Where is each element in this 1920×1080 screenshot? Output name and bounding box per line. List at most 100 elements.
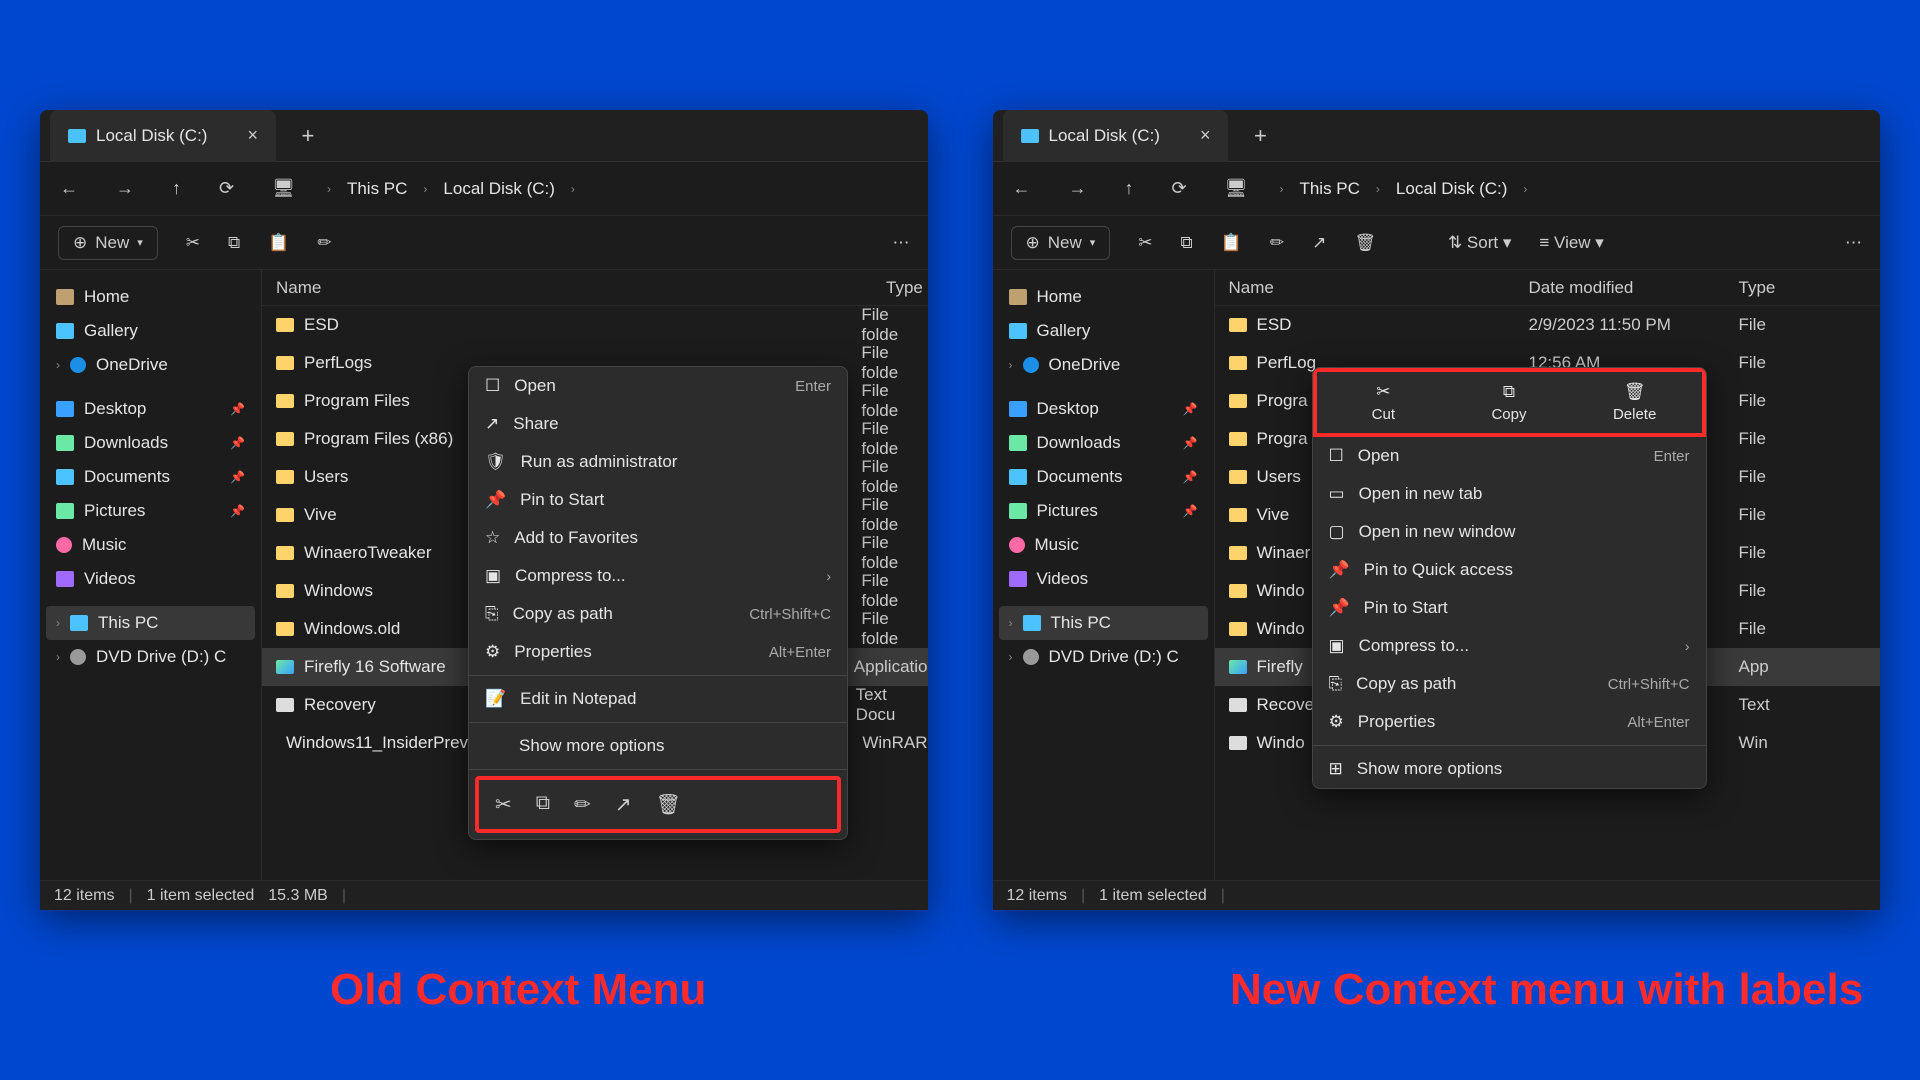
rename-icon[interactable]: ✏ [317,233,331,253]
sidebar-item-gallery[interactable]: Gallery [46,314,255,348]
menu-pin-quick[interactable]: 📌Pin to Quick access [1313,551,1706,589]
breadcrumb[interactable]: › This PC › Local Disk (C:) › [1279,179,1527,199]
forward-button[interactable]: → [1063,172,1093,205]
menu-share[interactable]: ↗Share [469,405,847,443]
menu-open[interactable]: ☐OpenEnter [1313,437,1706,475]
menu-properties[interactable]: ⚙PropertiesAlt+Enter [469,633,847,671]
menu-open-new-tab[interactable]: ▭Open in new tab [1313,475,1706,513]
paste-icon[interactable]: 📋 [1221,233,1242,253]
delete-icon[interactable]: 🗑 [656,792,681,817]
sidebar-item-documents[interactable]: Documents📌 [46,460,255,494]
menu-open[interactable]: ☐OpenEnter [469,367,847,405]
sidebar-item-downloads[interactable]: Downloads📌 [999,426,1208,460]
sidebar-item-documents[interactable]: Documents📌 [999,460,1208,494]
menu-open-new-window[interactable]: ▢Open in new window [1313,513,1706,551]
menu-more-options[interactable]: ⊞Show more options [1313,750,1706,788]
more-icon[interactable]: ⋯ [893,233,910,253]
sidebar-item-pictures[interactable]: Pictures📌 [999,494,1208,528]
up-button[interactable]: ↑ [1119,172,1140,205]
sidebar-item-dvd[interactable]: ›DVD Drive (D:) C [46,640,255,674]
crumb-this-pc[interactable]: This PC [1299,179,1359,199]
forward-button[interactable]: → [110,172,140,205]
sort-button[interactable]: ⇅ Sort ▾ [1448,233,1511,253]
file-date: 2/9/2023 11:50 PM [1529,315,1739,335]
cut-icon[interactable]: ✂ [1138,233,1152,253]
sidebar-item-desktop[interactable]: Desktop📌 [999,392,1208,426]
rename-icon[interactable]: ✏ [574,792,591,817]
cut-icon[interactable]: ✂ [495,792,512,817]
crumb-this-pc[interactable]: This PC [347,179,407,199]
new-button[interactable]: ⊕ New ▾ [1011,226,1111,260]
context-menu-new: ✂Cut ⧉Copy 🗑Delete ☐OpenEnter ▭Open in n… [1312,367,1707,789]
sidebar-item-desktop[interactable]: Desktop📌 [46,392,255,426]
new-button[interactable]: ⊕ New ▾ [58,226,158,260]
sidebar-item-home[interactable]: Home [46,280,255,314]
menu-pin-start[interactable]: 📌Pin to Start [1313,589,1706,627]
new-tab-button[interactable]: + [1242,118,1278,154]
monitor-icon[interactable]: 🖥 [266,172,301,205]
crumb-disk[interactable]: Local Disk (C:) [1396,179,1507,199]
sidebar-item-onedrive[interactable]: ›OneDrive [46,348,255,382]
sidebar-item-music[interactable]: Music [999,528,1208,562]
refresh-button[interactable]: ⟳ [213,172,240,205]
sidebar-item-downloads[interactable]: Downloads📌 [46,426,255,460]
columns-header[interactable]: Name Type [262,270,928,306]
menu-copypath[interactable]: ⎘Copy as pathCtrl+Shift+C [469,595,847,633]
menu-copypath[interactable]: ⎘Copy as pathCtrl+Shift+C [1313,665,1706,703]
file-row[interactable]: ESDFile folde [262,306,928,344]
menu-favorites[interactable]: ☆Add to Favorites [469,519,847,557]
sidebar-item-onedrive[interactable]: ›OneDrive [999,348,1208,382]
copy-icon[interactable]: ⧉ [536,792,550,817]
back-button[interactable]: ← [54,172,84,205]
columns-header[interactable]: Name Date modified Type [1215,270,1881,306]
cut-icon[interactable]: ✂ [186,233,200,253]
menu-edit-notepad[interactable]: 📝Edit in Notepad [469,680,847,718]
menu-compress[interactable]: ▣Compress to...› [469,557,847,595]
new-tab-button[interactable]: + [290,118,326,154]
up-button[interactable]: ↑ [166,172,187,205]
menu-delete-labeled[interactable]: 🗑Delete [1606,382,1664,423]
file-icon [1229,394,1247,408]
close-tab-icon[interactable]: × [247,125,258,146]
sidebar-item-videos[interactable]: Videos [46,562,255,596]
close-tab-icon[interactable]: × [1200,125,1211,146]
copy-icon[interactable]: ⧉ [228,233,240,253]
sidebar-item-dvd[interactable]: ›DVD Drive (D:) C [999,640,1208,674]
copy-icon[interactable]: ⧉ [1181,233,1193,253]
more-icon[interactable]: ⋯ [1845,233,1862,253]
tab-local-disk[interactable]: Local Disk (C:) × [50,110,276,162]
window-new: Local Disk (C:) × + ← → ↑ ⟳ 🖥 › This PC … [993,110,1881,910]
menu-more-options[interactable]: Show more options [469,727,847,765]
sidebar-item-videos[interactable]: Videos [999,562,1208,596]
sidebar-item-this-pc[interactable]: ›This PC [46,606,255,640]
file-name: Users [1257,467,1301,487]
menu-properties[interactable]: ⚙PropertiesAlt+Enter [1313,703,1706,741]
menu-copy-labeled[interactable]: ⧉Copy [1480,382,1538,423]
menu-pin-start[interactable]: 📌Pin to Start [469,481,847,519]
menu-compress[interactable]: ▣Compress to...› [1313,627,1706,665]
share-icon[interactable]: ↗ [615,792,632,817]
share-icon[interactable]: ↗ [1312,233,1326,253]
sidebar-item-home[interactable]: Home [999,280,1208,314]
sidebar-item-gallery[interactable]: Gallery [999,314,1208,348]
back-button[interactable]: ← [1007,172,1037,205]
rename-icon[interactable]: ✏ [1270,233,1284,253]
breadcrumb[interactable]: › This PC › Local Disk (C:) › [327,179,575,199]
refresh-button[interactable]: ⟳ [1166,172,1193,205]
sidebar-item-music[interactable]: Music [46,528,255,562]
monitor-icon[interactable]: 🖥 [1219,172,1254,205]
crumb-disk[interactable]: Local Disk (C:) [443,179,554,199]
delete-icon[interactable]: 🗑 [1354,233,1376,253]
chevron-right-icon: › [826,568,831,584]
sidebar-item-pictures[interactable]: Pictures📌 [46,494,255,528]
menu-runas[interactable]: 🛡Run as administrator [469,443,847,481]
paste-icon[interactable]: 📋 [268,233,289,253]
file-icon [1229,356,1247,370]
menu-cut-labeled[interactable]: ✂Cut [1354,382,1412,423]
tab-local-disk[interactable]: Local Disk (C:) × [1003,110,1229,162]
file-row[interactable]: ESD2/9/2023 11:50 PMFile [1215,306,1881,344]
sidebar-item-this-pc[interactable]: ›This PC [999,606,1208,640]
properties-icon: ⚙ [485,642,500,662]
open-icon: ☐ [1329,446,1344,466]
view-button[interactable]: ≡ View ▾ [1539,233,1603,253]
